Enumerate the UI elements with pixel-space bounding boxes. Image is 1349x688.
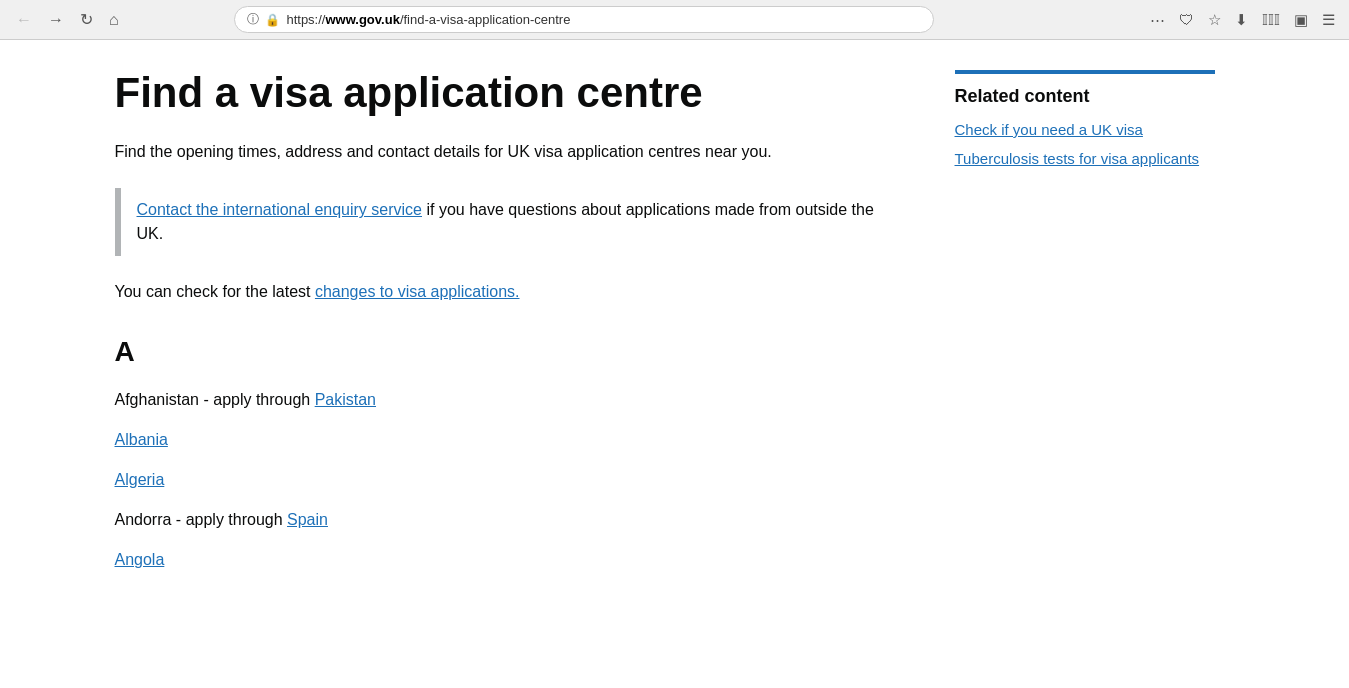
country-list: Afghanistan - apply through Pakistan Alb… xyxy=(115,388,895,572)
home-button[interactable]: ⌂ xyxy=(103,7,125,33)
callout-box: Contact the international enquiry servic… xyxy=(115,188,895,256)
section-letter-a: A xyxy=(115,336,895,368)
changes-link[interactable]: changes to visa applications. xyxy=(315,283,520,300)
bookmarks-library-button[interactable]: 𝕀𝕀𝕀 xyxy=(1258,7,1284,33)
check-text: You can check for the latest changes to … xyxy=(115,280,895,304)
nav-buttons: ← → ↻ ⌂ xyxy=(10,6,125,33)
list-item: Angola xyxy=(115,548,895,572)
lock-icon: 🔒 xyxy=(265,13,280,27)
list-item: Albania xyxy=(115,428,895,452)
pocket-button[interactable]: 🛡 xyxy=(1175,7,1198,32)
check-uk-visa-link[interactable]: Check if you need a UK visa xyxy=(955,121,1143,138)
related-links: Check if you need a UK visa Tuberculosis… xyxy=(955,119,1215,169)
list-item: Algeria xyxy=(115,468,895,492)
menu-button[interactable]: ☰ xyxy=(1318,7,1339,33)
tuberculosis-link[interactable]: Tuberculosis tests for visa applicants xyxy=(955,150,1200,167)
albania-link[interactable]: Albania xyxy=(115,431,168,448)
tab-overview-button[interactable]: ▣ xyxy=(1290,7,1312,33)
list-item: Andorra - apply through Spain xyxy=(115,508,895,532)
url-text: https://www.gov.uk/find-a-visa-applicati… xyxy=(286,12,921,27)
back-button[interactable]: ← xyxy=(10,7,38,33)
callout-text: Contact the international enquiry servic… xyxy=(137,198,879,246)
pakistan-link[interactable]: Pakistan xyxy=(315,391,376,408)
list-item: Afghanistan - apply through Pakistan xyxy=(115,388,895,412)
forward-button[interactable]: → xyxy=(42,7,70,33)
related-content-title: Related content xyxy=(955,86,1215,107)
contact-enquiry-link[interactable]: Contact the international enquiry servic… xyxy=(137,201,423,218)
more-options-button[interactable]: ⋯ xyxy=(1146,7,1169,33)
section-a: A Afghanistan - apply through Pakistan A… xyxy=(115,336,895,572)
url-prefix: https:// xyxy=(286,12,325,27)
browser-actions: ⋯ 🛡 ☆ ⬇ 𝕀𝕀𝕀 ▣ ☰ xyxy=(1146,7,1339,33)
page-description: Find the opening times, address and cont… xyxy=(115,140,895,164)
reload-button[interactable]: ↻ xyxy=(74,6,99,33)
angola-link[interactable]: Angola xyxy=(115,551,165,568)
info-icon: ⓘ xyxy=(247,11,259,28)
check-text-prefix: You can check for the latest xyxy=(115,283,315,300)
related-link-item: Check if you need a UK visa xyxy=(955,119,1215,140)
main-content: Find a visa application centre Find the … xyxy=(115,70,895,588)
address-bar[interactable]: ⓘ 🔒 https://www.gov.uk/find-a-visa-appli… xyxy=(234,6,934,33)
browser-chrome: ← → ↻ ⌂ ⓘ 🔒 https://www.gov.uk/find-a-vi… xyxy=(0,0,1349,40)
page-title: Find a visa application centre xyxy=(115,70,895,116)
sidebar: Related content Check if you need a UK v… xyxy=(955,70,1215,588)
url-path: /find-a-visa-application-centre xyxy=(400,12,571,27)
bookmark-button[interactable]: ☆ xyxy=(1204,7,1225,33)
spain-link[interactable]: Spain xyxy=(287,511,328,528)
page-wrapper: Find a visa application centre Find the … xyxy=(75,40,1275,618)
url-domain: www.gov.uk xyxy=(325,12,399,27)
download-button[interactable]: ⬇ xyxy=(1231,7,1252,33)
related-link-item: Tuberculosis tests for visa applicants xyxy=(955,148,1215,169)
related-content-header: Related content xyxy=(955,70,1215,107)
algeria-link[interactable]: Algeria xyxy=(115,471,165,488)
